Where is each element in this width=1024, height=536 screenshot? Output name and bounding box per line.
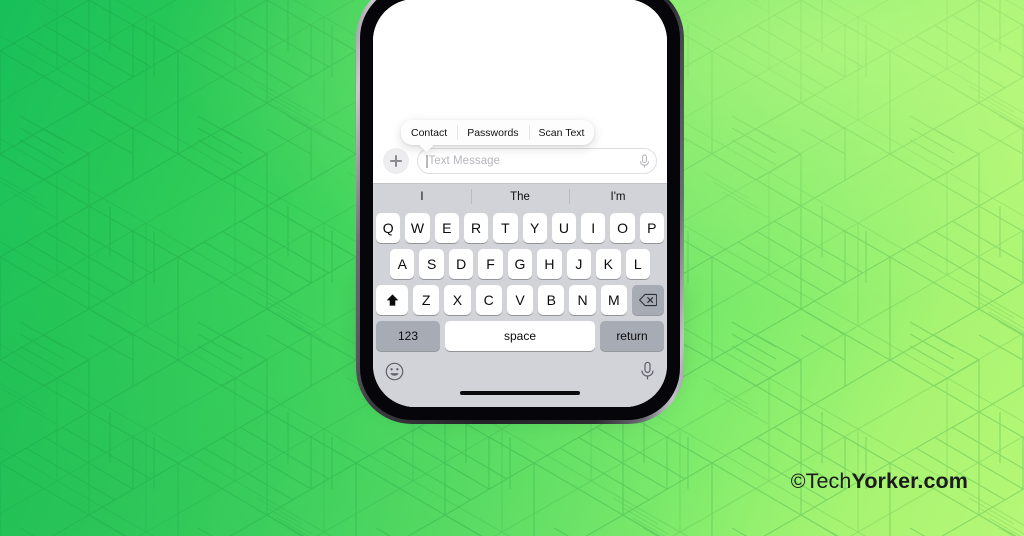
prediction-3[interactable]: I'm <box>569 184 667 209</box>
backspace-key[interactable] <box>631 285 664 315</box>
popup-item-contact-label: Contact <box>411 126 448 139</box>
key-e[interactable]: E <box>434 213 459 243</box>
keyboard-rows: Q W E R T Y U I O P A S D F G H J K L Z … <box>373 209 667 351</box>
home-indicator-area <box>373 388 667 405</box>
key-w[interactable]: W <box>405 213 430 243</box>
key-h[interactable]: H <box>537 249 562 279</box>
backspace-icon <box>638 293 657 307</box>
key-u[interactable]: U <box>551 213 577 243</box>
plus-icon[interactable] <box>383 148 409 174</box>
key-d[interactable]: D <box>448 249 474 279</box>
key-n[interactable]: N <box>569 285 596 315</box>
watermark-brand-bold: Yorker.com <box>851 469 968 493</box>
key-p[interactable]: P <box>639 213 664 243</box>
popup-item-passwords[interactable]: Passwords <box>457 120 528 145</box>
key-m[interactable]: M <box>600 285 627 315</box>
return-key[interactable]: return <box>600 321 664 351</box>
onscreen-keyboard: I The I'm Q W E R T Y U I O P A S D F G … <box>373 183 667 407</box>
keyboard-row-4: 123 space return <box>376 321 664 351</box>
keyboard-row-3: Z X C V B N M <box>376 285 664 315</box>
space-key[interactable]: space <box>445 321 595 351</box>
key-r[interactable]: R <box>463 213 489 243</box>
microphone-icon[interactable] <box>639 154 650 169</box>
key-f[interactable]: F <box>478 249 503 279</box>
key-j[interactable]: J <box>566 249 592 279</box>
keyboard-row-1: Q W E R T Y U I O P <box>376 213 664 243</box>
predictive-text-bar: I The I'm <box>373 183 667 209</box>
copyright-symbol: © <box>790 471 806 493</box>
key-q[interactable]: Q <box>376 213 401 243</box>
phone-frame: Contact Passwords Scan Text Text Message… <box>356 0 684 424</box>
keyboard-bottom-row <box>373 356 667 388</box>
key-o[interactable]: O <box>610 213 635 243</box>
popup-item-contact[interactable]: Contact <box>401 120 457 145</box>
key-g[interactable]: G <box>507 249 533 279</box>
key-i[interactable]: I <box>581 213 606 243</box>
key-c[interactable]: C <box>475 285 502 315</box>
phone-bezel: Contact Passwords Scan Text Text Message… <box>360 0 680 420</box>
key-s[interactable]: S <box>419 249 444 279</box>
key-x[interactable]: X <box>444 285 471 315</box>
attachment-popup-menu: Contact Passwords Scan Text <box>401 120 595 145</box>
numbers-key[interactable]: 123 <box>376 321 440 351</box>
popup-item-scan-text[interactable]: Scan Text <box>528 120 595 145</box>
message-input-region: Contact Passwords Scan Text Text Message <box>373 120 667 183</box>
key-l[interactable]: L <box>625 249 650 279</box>
shift-key[interactable] <box>376 285 409 315</box>
prediction-1[interactable]: I <box>373 184 471 209</box>
text-caret <box>426 154 428 168</box>
message-input-row: Text Message <box>383 148 657 174</box>
popup-item-passwords-label: Passwords <box>467 126 519 139</box>
shift-arrow-icon <box>386 293 398 306</box>
iphone-mockup: Contact Passwords Scan Text Text Message… <box>356 0 684 424</box>
home-indicator[interactable] <box>460 391 580 395</box>
watermark-techyorker: ©TechYorker.com <box>791 469 968 494</box>
dictation-microphone-icon[interactable] <box>640 361 655 381</box>
key-t[interactable]: T <box>493 213 518 243</box>
key-v[interactable]: V <box>506 285 534 315</box>
keyboard-row-2: A S D F G H J K L <box>376 249 664 279</box>
phone-screen: Contact Passwords Scan Text Text Message… <box>373 0 667 407</box>
prediction-2[interactable]: The <box>471 184 569 209</box>
text-message-placeholder: Text Message <box>428 155 501 167</box>
popup-item-scan-text-label: Scan Text <box>538 126 585 139</box>
key-k[interactable]: K <box>596 249 621 279</box>
text-message-input[interactable]: Text Message <box>417 148 657 174</box>
key-z[interactable]: Z <box>413 285 440 315</box>
key-y[interactable]: Y <box>522 213 547 243</box>
key-b[interactable]: B <box>538 285 565 315</box>
watermark-brand-light: Tech <box>805 469 852 493</box>
key-a[interactable]: A <box>390 249 415 279</box>
emoji-smiley-icon[interactable] <box>385 362 404 381</box>
